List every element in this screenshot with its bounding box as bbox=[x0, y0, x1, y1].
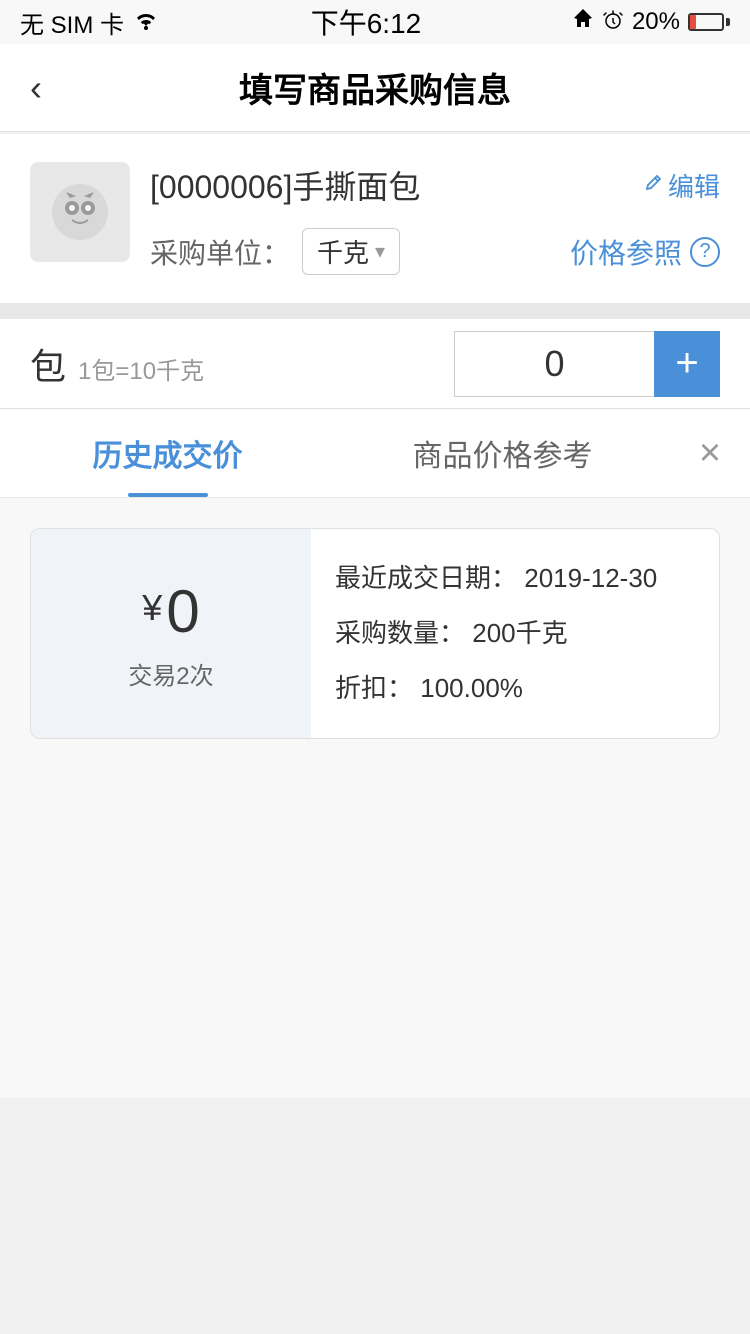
unit-label: 采购单位： bbox=[150, 232, 290, 272]
battery-icon bbox=[688, 13, 730, 31]
discount-label: 折扣： bbox=[335, 673, 413, 703]
quantity-input-group: + bbox=[454, 331, 720, 397]
section-divider bbox=[0, 303, 750, 319]
history-card: ¥ 0 交易2次 最近成交日期： 2019-12-30 采购数量： 200千克 … bbox=[30, 528, 720, 739]
quantity-unit: 包 bbox=[30, 338, 66, 390]
tab-active-indicator bbox=[128, 493, 208, 497]
product-name: [0000006]手撕面包 bbox=[150, 162, 420, 208]
nav-bar: ‹ 填写商品采购信息 bbox=[0, 44, 750, 132]
purchase-qty-value: 200千克 bbox=[472, 618, 567, 648]
status-carrier: 无 SIM 卡 bbox=[20, 5, 160, 40]
purchase-qty-label: 采购数量： bbox=[335, 618, 465, 648]
tab-close-button[interactable]: × bbox=[670, 409, 750, 497]
tab-history-price[interactable]: 历史成交价 bbox=[0, 409, 335, 497]
edit-button[interactable]: 编辑 bbox=[644, 167, 720, 204]
product-card: [0000006]手撕面包 编辑 采购单位： 千克 ▾ 价格参照 ? bbox=[0, 134, 750, 303]
history-price-value: ¥ 0 bbox=[142, 577, 199, 646]
status-right-icons: 20% bbox=[572, 8, 730, 37]
quantity-row: 包 1包=10千克 + bbox=[0, 319, 750, 409]
unit-selector[interactable]: 千克 ▾ bbox=[302, 228, 400, 275]
price-symbol: ¥ bbox=[142, 587, 162, 629]
recent-date-label: 最近成交日期： bbox=[335, 563, 517, 593]
history-details: 最近成交日期： 2019-12-30 采购数量： 200千克 折扣： 100.0… bbox=[311, 529, 719, 738]
alarm-icon bbox=[602, 8, 624, 37]
content-area: ¥ 0 交易2次 最近成交日期： 2019-12-30 采购数量： 200千克 … bbox=[0, 498, 750, 1098]
tab-product-price-reference[interactable]: 商品价格参考 bbox=[335, 409, 670, 497]
history-price-summary: ¥ 0 交易2次 bbox=[31, 529, 311, 738]
page-title: 填写商品采购信息 bbox=[239, 63, 511, 112]
product-thumbnail bbox=[30, 162, 130, 262]
status-bar: 无 SIM 卡 下午6:12 20% bbox=[0, 0, 750, 44]
edit-label: 编辑 bbox=[668, 167, 720, 204]
quantity-conversion: 1包=10千克 bbox=[78, 351, 204, 386]
status-time: 下午6:12 bbox=[311, 2, 422, 42]
purchase-qty-row: 采购数量： 200千克 bbox=[335, 614, 695, 653]
quantity-plus-button[interactable]: + bbox=[654, 331, 720, 397]
quantity-label-group: 包 1包=10千克 bbox=[30, 338, 454, 390]
back-button[interactable]: ‹ bbox=[20, 57, 52, 119]
recent-date-row: 最近成交日期： 2019-12-30 bbox=[335, 559, 695, 598]
battery-percentage: 20% bbox=[632, 8, 680, 36]
location-icon bbox=[572, 8, 594, 37]
tabs-container: 历史成交价 商品价格参考 × bbox=[0, 409, 750, 498]
unit-dropdown-arrow: ▾ bbox=[375, 239, 385, 264]
transaction-count: 交易2次 bbox=[128, 656, 213, 691]
price-reference-button[interactable]: 价格参照 ? bbox=[570, 232, 720, 272]
price-ref-label: 价格参照 bbox=[570, 232, 682, 272]
carrier-text: 无 SIM 卡 bbox=[20, 5, 124, 40]
recent-date-value: 2019-12-30 bbox=[524, 563, 657, 593]
unit-value: 千克 bbox=[317, 233, 369, 270]
discount-row: 折扣： 100.00% bbox=[335, 669, 695, 708]
wifi-icon bbox=[132, 8, 160, 37]
discount-value: 100.00% bbox=[420, 673, 523, 703]
quantity-input[interactable] bbox=[454, 331, 654, 397]
product-info: [0000006]手撕面包 编辑 采购单位： 千克 ▾ 价格参照 ? bbox=[150, 162, 720, 275]
price-number: 0 bbox=[166, 577, 199, 646]
help-icon: ? bbox=[690, 237, 720, 267]
unit-left: 采购单位： 千克 ▾ bbox=[150, 228, 400, 275]
